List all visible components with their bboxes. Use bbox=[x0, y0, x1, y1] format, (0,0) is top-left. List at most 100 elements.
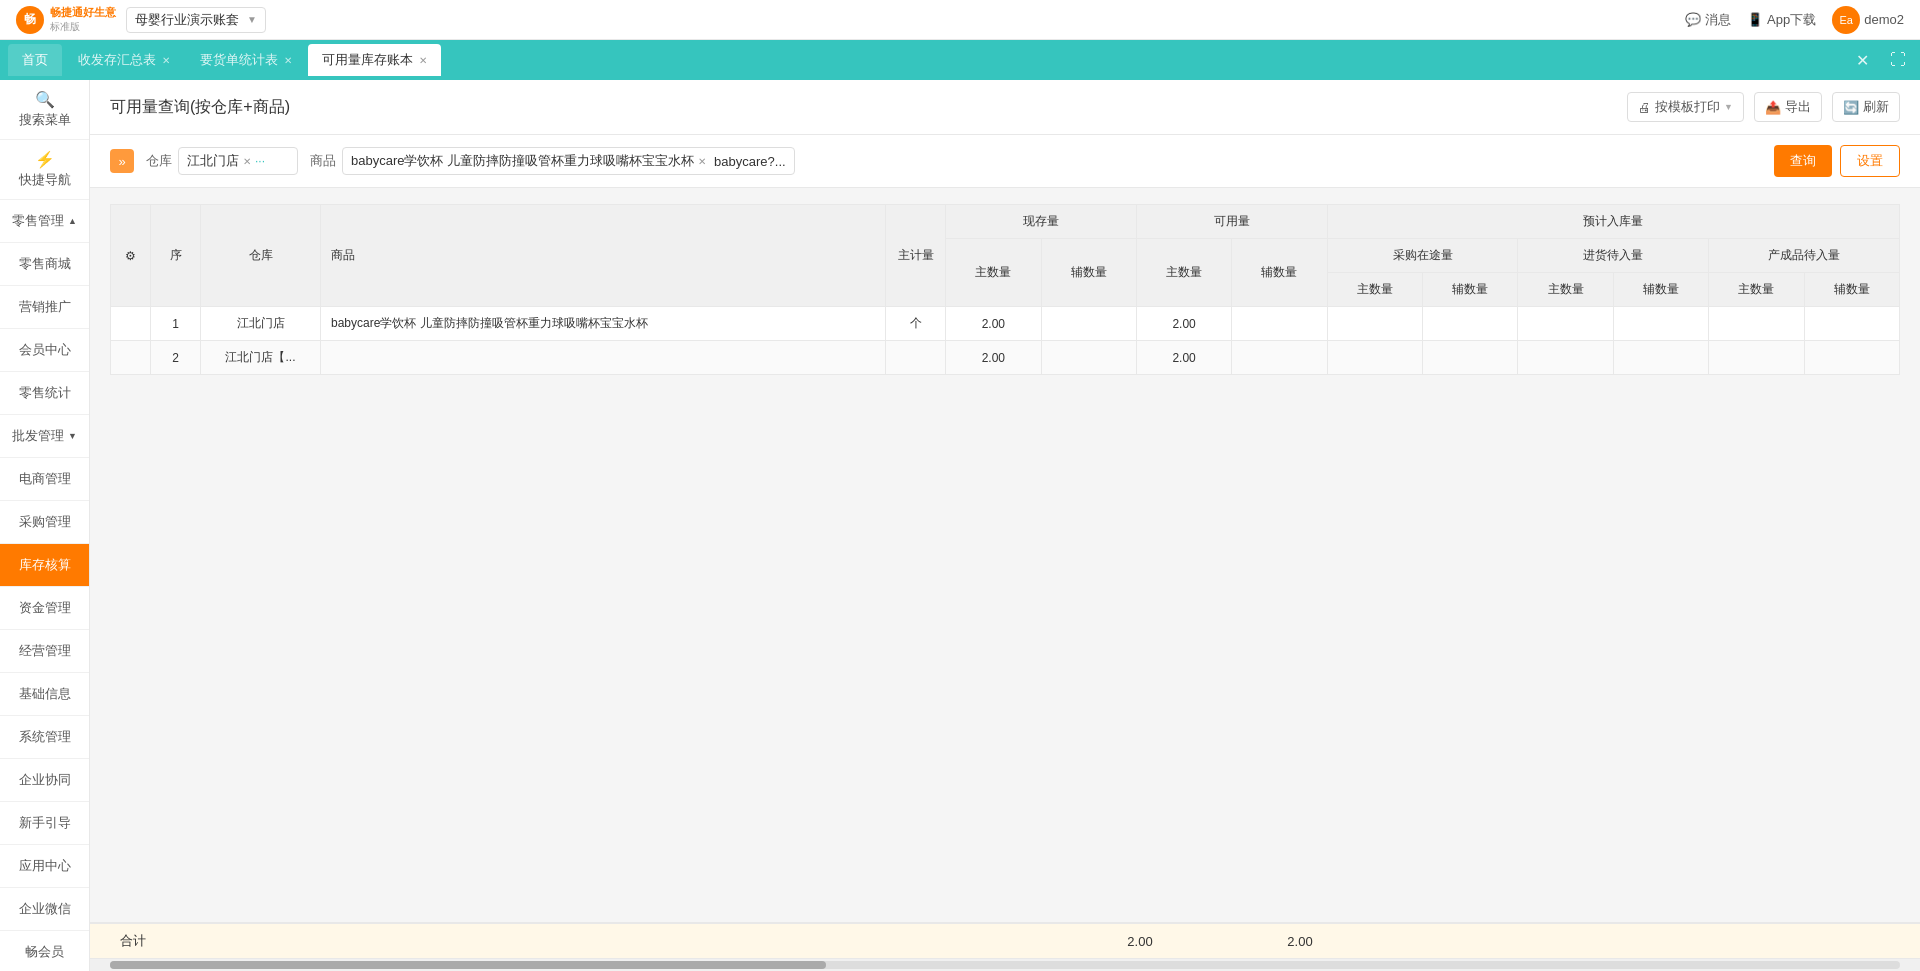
message-label: 消息 bbox=[1705, 11, 1731, 29]
tab-available-stock-close[interactable]: ✕ bbox=[419, 55, 427, 66]
cell-inbound-aux-2 bbox=[1613, 341, 1708, 375]
filter-product-group: 商品 babycare学饮杯 儿童防摔防撞吸管杯重力球吸嘴杯宝宝水杯 ✕ bab… bbox=[310, 147, 795, 175]
message-btn[interactable]: 💬 消息 bbox=[1685, 11, 1731, 29]
th-available: 可用量 bbox=[1136, 205, 1327, 239]
th-purchase-aux: 辅数量 bbox=[1423, 273, 1518, 307]
sidebar-item-wholesale[interactable]: 批发管理 ▼ bbox=[0, 415, 89, 458]
filter-product-input[interactable]: babycare学饮杯 儿童防摔防撞吸管杯重力球吸嘴杯宝宝水杯 ✕ babyca… bbox=[342, 147, 795, 175]
sidebar-item-quick-nav[interactable]: ⚡ 快捷导航 bbox=[0, 140, 89, 200]
org-selector[interactable]: 母婴行业演示账套 ▼ bbox=[126, 7, 266, 33]
sidebar-item-app-center[interactable]: 应用中心 bbox=[0, 845, 89, 888]
nav-tabs: 首页 收发存汇总表 ✕ 要货单统计表 ✕ 可用量库存账本 ✕ ✕ ⛶ bbox=[0, 40, 1920, 80]
sidebar-item-enterprise[interactable]: 企业协同 bbox=[0, 759, 89, 802]
refresh-btn[interactable]: 🔄 刷新 bbox=[1832, 92, 1900, 122]
tab-available-stock-label: 可用量库存账本 bbox=[322, 51, 413, 69]
th-inbound-main: 主数量 bbox=[1518, 273, 1613, 307]
horizontal-scrollbar[interactable] bbox=[90, 959, 1920, 971]
footer-row: 合计 2.00 2.00 bbox=[90, 922, 1920, 959]
tab-order-stats-close[interactable]: ✕ bbox=[284, 55, 292, 66]
filter-warehouse-tag: 江北门店 ✕ bbox=[187, 152, 251, 170]
cell-purchase-main-1 bbox=[1327, 307, 1422, 341]
cell-inbound-main-1 bbox=[1518, 307, 1613, 341]
th-gear[interactable]: ⚙ bbox=[111, 205, 151, 307]
sidebar-wholesale-label: 批发管理 bbox=[12, 427, 64, 445]
logo-area: 畅 畅捷通好生意 标准版 bbox=[16, 5, 116, 34]
filter-warehouse-label: 仓库 bbox=[146, 152, 172, 170]
tab-order-stats[interactable]: 要货单统计表 ✕ bbox=[186, 44, 306, 76]
sidebar-item-inventory[interactable]: 库存核算 bbox=[0, 544, 89, 587]
filter-actions: 查询 设置 bbox=[1774, 145, 1900, 177]
sidebar-item-marketing[interactable]: 营销推广 bbox=[0, 286, 89, 329]
sidebar-item-sys-mgmt[interactable]: 系统管理 bbox=[0, 716, 89, 759]
table-row[interactable]: 2 江北门店【... 2.00 2.00 bbox=[111, 341, 1900, 375]
cell-purchase-main-2 bbox=[1327, 341, 1422, 375]
table-row[interactable]: 1 江北门店 babycare学饮杯 儿童防摔防撞吸管杯重力球吸嘴杯宝宝水杯 个… bbox=[111, 307, 1900, 341]
sidebar-item-new-guide[interactable]: 新手引导 bbox=[0, 802, 89, 845]
page-header: 可用量查询(按仓库+商品) 🖨 按模板打印 ▼ 📤 导出 🔄 刷新 bbox=[90, 80, 1920, 135]
sidebar-marketing-label: 营销推广 bbox=[19, 299, 71, 314]
th-product-main: 主数量 bbox=[1709, 273, 1804, 307]
sidebar-item-finance[interactable]: 资金管理 bbox=[0, 587, 89, 630]
sidebar-item-search[interactable]: 🔍 搜索菜单 bbox=[0, 80, 89, 140]
close-tab-btn[interactable]: ✕ bbox=[1848, 46, 1876, 74]
th-planned-in: 预计入库量 bbox=[1327, 205, 1899, 239]
scrollbar-thumb[interactable] bbox=[110, 961, 826, 969]
th-row-num: 序 bbox=[151, 205, 201, 307]
sidebar-item-ecommerce[interactable]: 电商管理 bbox=[0, 458, 89, 501]
message-icon: 💬 bbox=[1685, 12, 1701, 27]
tab-available-stock[interactable]: 可用量库存账本 ✕ bbox=[308, 44, 441, 76]
cell-purchase-aux-1 bbox=[1423, 307, 1518, 341]
sidebar-item-member[interactable]: 会员中心 bbox=[0, 329, 89, 372]
scrollbar-track[interactable] bbox=[110, 961, 1900, 969]
main-layout: 🔍 搜索菜单 ⚡ 快捷导航 零售管理 ▲ 零售商城 营销推广 会员中心 零售统计… bbox=[0, 80, 1920, 971]
th-inbound-pending: 进货待入量 bbox=[1518, 239, 1709, 273]
refresh-icon: 🔄 bbox=[1843, 100, 1859, 115]
cell-product-main-2 bbox=[1709, 341, 1804, 375]
filter-toggle-btn[interactable]: » bbox=[110, 149, 134, 173]
sidebar-item-purchase[interactable]: 采购管理 bbox=[0, 501, 89, 544]
sidebar-item-operation[interactable]: 经营管理 bbox=[0, 630, 89, 673]
chevron-icon: ▲ bbox=[68, 216, 77, 226]
logo-line2: 标准版 bbox=[50, 20, 116, 34]
top-bar-left: 畅 畅捷通好生意 标准版 母婴行业演示账套 ▼ bbox=[16, 5, 266, 34]
filter-warehouse-input[interactable]: 江北门店 ✕ ··· bbox=[178, 147, 298, 175]
print-btn[interactable]: 🖨 按模板打印 ▼ bbox=[1627, 92, 1744, 122]
logo-text: 畅捷通好生意 标准版 bbox=[50, 5, 116, 34]
tab-home[interactable]: 首页 bbox=[8, 44, 62, 76]
cell-purchase-aux-2 bbox=[1423, 341, 1518, 375]
sidebar-enterprise-label: 企业协同 bbox=[19, 772, 71, 787]
sidebar-item-retail-mgmt[interactable]: 零售管理 ▲ bbox=[0, 200, 89, 243]
export-btn[interactable]: 📤 导出 bbox=[1754, 92, 1822, 122]
cell-product-1: babycare学饮杯 儿童防摔防撞吸管杯重力球吸嘴杯宝宝水杯 bbox=[321, 307, 886, 341]
app-download-icon: 📱 bbox=[1747, 12, 1763, 27]
filter-product-tag2: babycare?... bbox=[714, 154, 786, 169]
sidebar-item-enterprise-wechat[interactable]: 企业微信 bbox=[0, 888, 89, 931]
cell-unit-1: 个 bbox=[886, 307, 946, 341]
refresh-label: 刷新 bbox=[1863, 98, 1889, 116]
sidebar-item-retail-mall[interactable]: 零售商城 bbox=[0, 243, 89, 286]
sidebar-sys-mgmt-label: 系统管理 bbox=[19, 729, 71, 744]
filter-product-remove1[interactable]: ✕ bbox=[698, 156, 706, 167]
sidebar-item-member2[interactable]: 畅会员 bbox=[0, 931, 89, 971]
th-purchase-transit: 采购在途量 bbox=[1327, 239, 1518, 273]
user-area[interactable]: Ea demo2 bbox=[1832, 6, 1904, 34]
cell-product-aux-2 bbox=[1804, 341, 1900, 375]
settings-button[interactable]: 设置 bbox=[1840, 145, 1900, 177]
cell-rownum-1: 1 bbox=[151, 307, 201, 341]
sidebar-enterprise-wechat-label: 企业微信 bbox=[19, 901, 71, 916]
data-table: ⚙ 序 仓库 商品 主计量 现存量 可用量 预计入库量 主数量 辅数量 主数量 … bbox=[110, 204, 1900, 375]
filter-warehouse-remove[interactable]: ✕ bbox=[243, 156, 251, 167]
cell-gear-2 bbox=[111, 341, 151, 375]
th-purchase-main: 主数量 bbox=[1327, 273, 1422, 307]
sidebar-item-basic-info[interactable]: 基础信息 bbox=[0, 673, 89, 716]
query-button[interactable]: 查询 bbox=[1774, 145, 1832, 177]
filter-warehouse-more[interactable]: ··· bbox=[255, 154, 265, 168]
expand-tab-btn[interactable]: ⛶ bbox=[1884, 46, 1912, 74]
app-download-btn[interactable]: 📱 App下载 bbox=[1747, 11, 1816, 29]
sidebar-retail-stats-label: 零售统计 bbox=[19, 385, 71, 400]
chevron-down-icon: ▼ bbox=[247, 14, 257, 25]
tab-receipts-close[interactable]: ✕ bbox=[162, 55, 170, 66]
tab-receipts[interactable]: 收发存汇总表 ✕ bbox=[64, 44, 184, 76]
sidebar-finance-label: 资金管理 bbox=[19, 600, 71, 615]
sidebar-item-retail-stats[interactable]: 零售统计 bbox=[0, 372, 89, 415]
